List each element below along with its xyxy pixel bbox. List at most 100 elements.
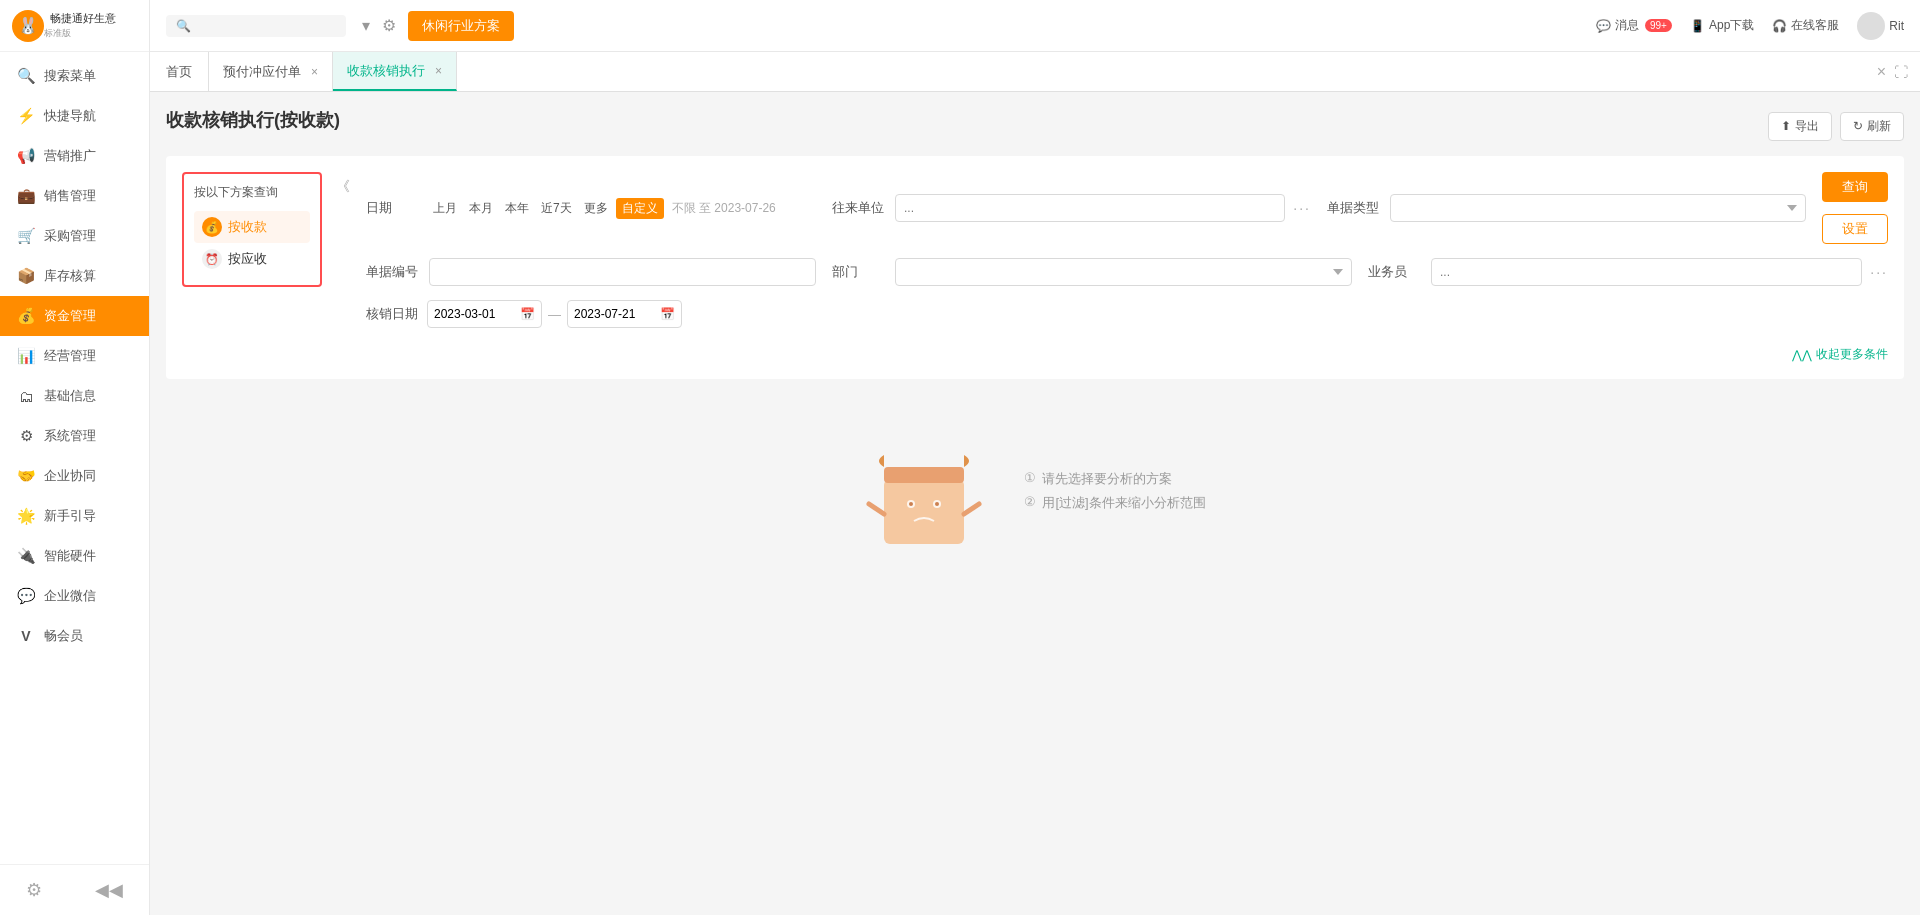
sidebar-item-enterprise[interactable]: 🤝 企业协同 [0, 456, 149, 496]
finance-icon: 💰 [16, 306, 36, 326]
voucher-no-input[interactable] [429, 258, 816, 286]
counterparty-input[interactable] [895, 194, 1285, 222]
writeoff-date-start-input[interactable]: 📅 [427, 300, 542, 328]
app-download-button[interactable]: 📱 App下载 [1690, 17, 1754, 34]
this-year-btn[interactable]: 本年 [501, 198, 533, 219]
sidebar-item-wechat[interactable]: 💬 企业微信 [0, 576, 149, 616]
sidebar-item-sales[interactable]: 💼 销售管理 [0, 176, 149, 216]
sidebar-item-basic-info[interactable]: 🗂 基础信息 [0, 376, 149, 416]
header-search[interactable]: 🔍 [166, 15, 346, 37]
counterparty-filter-group: 往来单位 ··· [832, 194, 1311, 222]
writeoff-date-group: 核销日期 📅 — 📅 [366, 300, 682, 328]
sidebar-item-label: 销售管理 [44, 187, 96, 205]
staff-label: 业务员 [1368, 263, 1423, 281]
sidebar-item-label: 快捷导航 [44, 107, 96, 125]
sidebar-item-quick-nav[interactable]: ⚡ 快捷导航 [0, 96, 149, 136]
tab-prepay-label: 预付冲应付单 [223, 63, 301, 81]
sidebar-item-marketing[interactable]: 📢 营销推广 [0, 136, 149, 176]
collapse-button[interactable]: 《 [334, 176, 352, 198]
filter-panel: 按以下方案查询 💰 按收款 ⏰ 按应收 《 [166, 156, 1904, 379]
tab-writeoff-label: 收款核销执行 [347, 62, 425, 80]
svg-point-4 [909, 502, 913, 506]
doc-type-select[interactable] [1390, 194, 1806, 222]
quick-nav-icon: ⚡ [16, 106, 36, 126]
writeoff-date-end-input[interactable]: 📅 [567, 300, 682, 328]
svg-rect-0 [884, 479, 964, 544]
calendar-start-icon[interactable]: 📅 [520, 307, 535, 321]
svg-line-7 [964, 504, 979, 514]
basic-info-icon: 🗂 [16, 386, 36, 406]
filter-row-1: 日期 上月 本月 本年 近7天 更多 自定义 不限 至 2023-07-26 [366, 172, 1888, 244]
sidebar-item-label: 基础信息 [44, 387, 96, 405]
query-button[interactable]: 查询 [1822, 172, 1888, 202]
system-icon: ⚙ [16, 426, 36, 446]
filter-by-receivable[interactable]: ⏰ 按应收 [194, 243, 310, 275]
sidebar-item-finance[interactable]: 💰 资金管理 [0, 296, 149, 336]
writeoff-start-value[interactable] [434, 307, 514, 321]
dept-select[interactable] [895, 258, 1352, 286]
close-tab-prepay-icon[interactable]: × [311, 65, 318, 79]
content-wrapper: 收款核销执行(按收款) ⬆ 导出 ↻ 刷新 按以下方案 [166, 108, 1904, 609]
content-area: 收款核销执行(按收款) ⬆ 导出 ↻ 刷新 按以下方案 [150, 92, 1920, 915]
empty-state: ① 请先选择要分析的方案 ② 用[过滤]条件来缩小分析范围 [166, 379, 1904, 609]
user-menu[interactable]: Rit [1857, 12, 1904, 40]
export-icon: ⬆ [1781, 119, 1791, 133]
sidebar-item-inventory[interactable]: 📦 库存核算 [0, 256, 149, 296]
last-7-days-btn[interactable]: 近7天 [537, 198, 576, 219]
hardware-icon: 🔌 [16, 546, 36, 566]
chevron-down-icon[interactable]: ▾ [362, 16, 370, 35]
message-button[interactable]: 💬 消息 99+ [1596, 17, 1672, 34]
filter-collapse-arrow: 《 [334, 172, 354, 363]
dept-label: 部门 [832, 263, 887, 281]
calendar-end-icon[interactable]: 📅 [660, 307, 675, 321]
collapse-more-btn[interactable]: ⋀⋀ 收起更多条件 [366, 346, 1888, 363]
date-separator: — [548, 307, 561, 322]
empty-svg [864, 439, 984, 549]
tab-home[interactable]: 首页 [150, 52, 209, 91]
hint-number-1: ① [1024, 470, 1036, 485]
custom-date-btn[interactable]: 自定义 [616, 198, 664, 219]
sidebar-bottom: ⚙ ◀◀ [0, 864, 149, 915]
date-range-text: 不限 至 2023-07-26 [672, 200, 776, 217]
solution-button[interactable]: 休闲行业方案 [408, 11, 514, 41]
gear-icon[interactable]: ⚙ [382, 16, 396, 35]
staff-input[interactable] [1431, 258, 1862, 286]
sidebar-item-management[interactable]: 📊 经营管理 [0, 336, 149, 376]
message-label: 消息 [1615, 17, 1639, 34]
online-service-button[interactable]: 🎧 在线客服 [1772, 17, 1839, 34]
close-all-tabs-icon[interactable]: × [1877, 63, 1886, 81]
svg-line-6 [869, 504, 884, 514]
message-icon: 💬 [1596, 19, 1611, 33]
counterparty-select-btn[interactable]: ··· [1293, 200, 1311, 216]
sidebar-item-guide[interactable]: 🌟 新手引导 [0, 496, 149, 536]
hint-text-2: 用[过滤]条件来缩小分析范围 [1042, 494, 1205, 512]
sidebar-item-system[interactable]: ⚙ 系统管理 [0, 416, 149, 456]
sidebar-item-label: 企业协同 [44, 467, 96, 485]
writeoff-end-value[interactable] [574, 307, 654, 321]
headset-icon: 🎧 [1772, 19, 1787, 33]
filter-by-receipt[interactable]: 💰 按收款 [194, 211, 310, 243]
settings-icon[interactable]: ⚙ [18, 875, 50, 905]
empty-hint-2: ② 用[过滤]条件来缩小分析范围 [1024, 494, 1205, 512]
empty-hint-1: ① 请先选择要分析的方案 [1024, 470, 1205, 488]
this-month-btn[interactable]: 本月 [465, 198, 497, 219]
page-title: 收款核销执行(按收款) [166, 108, 340, 132]
tab-prepay[interactable]: 预付冲应付单 × [209, 52, 333, 91]
expand-tabs-icon[interactable]: ⛶ [1894, 64, 1908, 80]
tab-writeoff[interactable]: 收款核销执行 × [333, 52, 457, 91]
settings-button[interactable]: 设置 [1822, 214, 1888, 244]
filter-row-2: 单据编号 部门 业务员 [366, 258, 1888, 286]
more-date-btn[interactable]: 更多 [580, 198, 612, 219]
collapse-sidebar-icon[interactable]: ◀◀ [87, 875, 131, 905]
close-tab-writeoff-icon[interactable]: × [435, 64, 442, 78]
sidebar-item-hardware[interactable]: 🔌 智能硬件 [0, 536, 149, 576]
sidebar-item-purchase[interactable]: 🛒 采购管理 [0, 216, 149, 256]
staff-select-btn[interactable]: ··· [1870, 264, 1888, 280]
purchase-icon: 🛒 [16, 226, 36, 246]
empty-illustration [864, 439, 984, 549]
sidebar-item-search[interactable]: 🔍 搜索菜单 [0, 56, 149, 96]
last-month-btn[interactable]: 上月 [429, 198, 461, 219]
export-button[interactable]: ⬆ 导出 [1768, 112, 1832, 141]
sidebar-item-vip[interactable]: V 畅会员 [0, 616, 149, 656]
refresh-button[interactable]: ↻ 刷新 [1840, 112, 1904, 141]
